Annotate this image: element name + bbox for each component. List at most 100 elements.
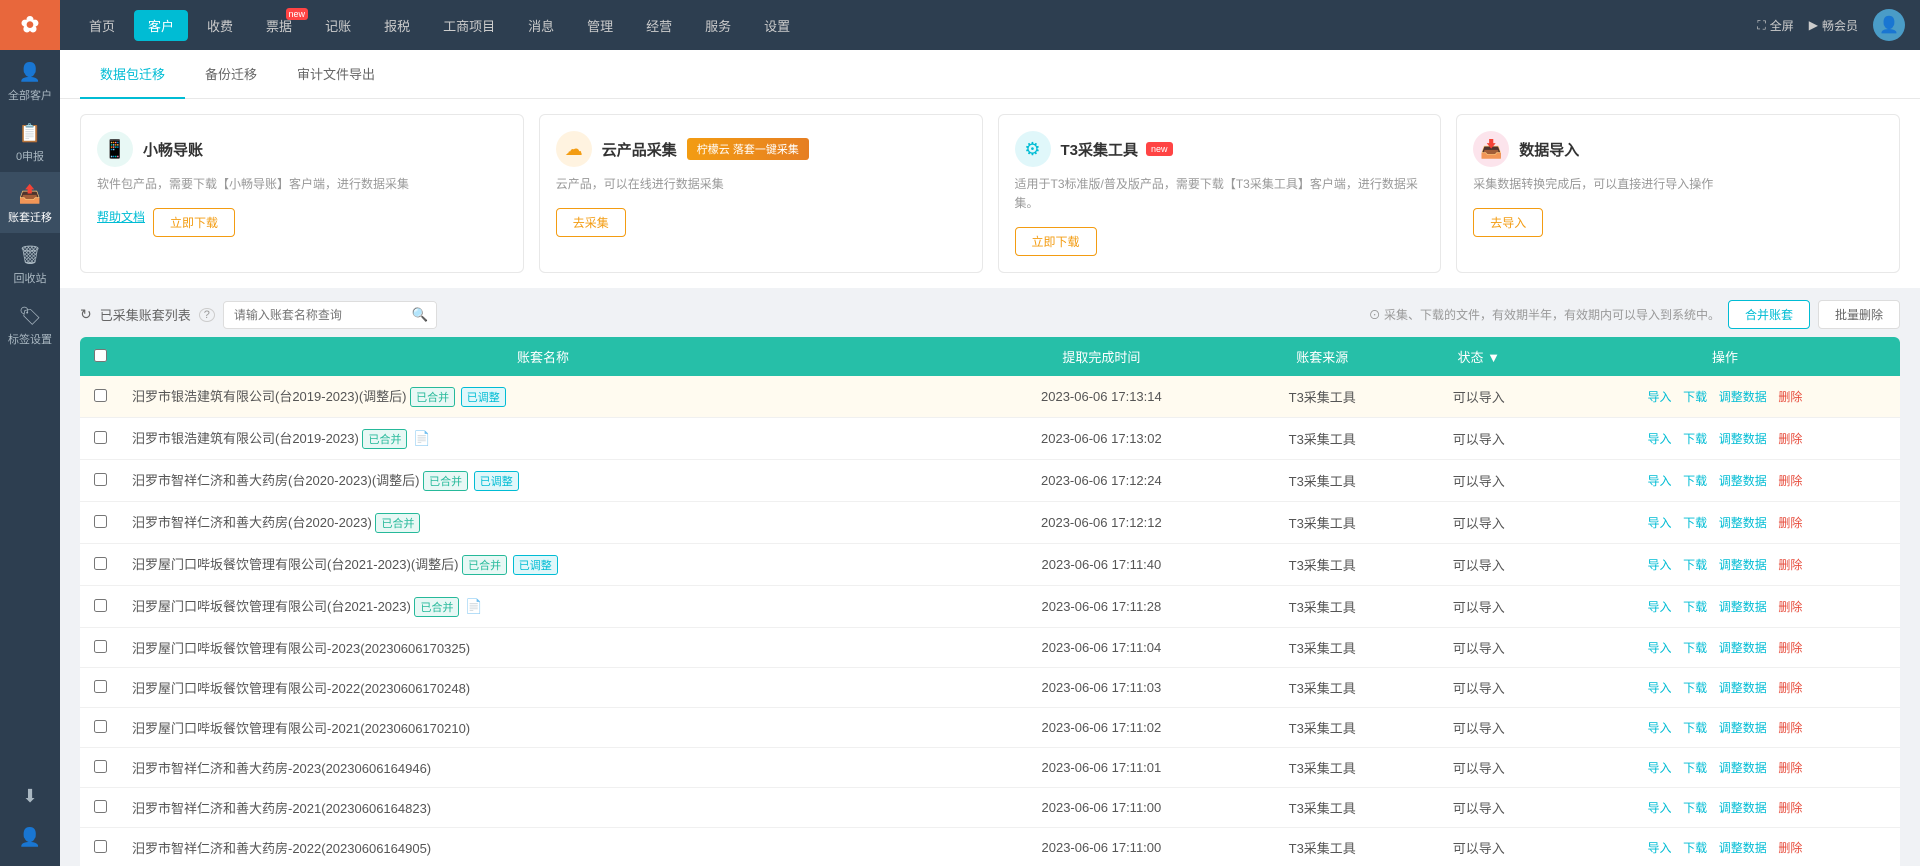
download-link[interactable]: 下载 [1683, 761, 1707, 775]
delete-link[interactable]: 删除 [1778, 641, 1802, 655]
search-input[interactable] [224, 303, 404, 327]
import-link[interactable]: 导入 [1647, 558, 1671, 572]
adjust-data-link[interactable]: 调整数据 [1719, 600, 1767, 614]
adjust-data-link[interactable]: 调整数据 [1719, 761, 1767, 775]
delete-link[interactable]: 删除 [1778, 801, 1802, 815]
sidebar-item-all-customers[interactable]: 👤 全部客户 [0, 50, 60, 111]
nav-manage[interactable]: 管理 [573, 10, 627, 41]
download-link[interactable]: 下载 [1683, 558, 1707, 572]
merge-account-btn[interactable]: 合并账套 [1728, 300, 1810, 329]
adjust-data-link[interactable]: 调整数据 [1719, 841, 1767, 855]
row-checkbox[interactable] [94, 760, 107, 773]
refresh-icon[interactable]: ↻ [80, 306, 92, 323]
t3-download-btn[interactable]: 立即下载 [1015, 227, 1097, 256]
adjust-data-link[interactable]: 调整数据 [1719, 390, 1767, 404]
download-link[interactable]: 下载 [1683, 390, 1707, 404]
row-checkbox[interactable] [94, 473, 107, 486]
row-checkbox[interactable] [94, 680, 107, 693]
delete-link[interactable]: 删除 [1778, 761, 1802, 775]
nav-settings[interactable]: 设置 [750, 10, 804, 41]
sidebar-item-user-profile[interactable]: 👤 [0, 815, 60, 856]
import-link[interactable]: 导入 [1647, 841, 1671, 855]
import-link[interactable]: 导入 [1647, 390, 1671, 404]
nav-billing[interactable]: 收费 [193, 10, 247, 41]
delete-link[interactable]: 删除 [1778, 681, 1802, 695]
row-checkbox[interactable] [94, 431, 107, 444]
adjust-data-link[interactable]: 调整数据 [1719, 721, 1767, 735]
nav-home[interactable]: 首页 [75, 10, 129, 41]
sidebar-item-recycle[interactable]: 🗑 回收站 [0, 233, 60, 294]
fullscreen-button[interactable]: ⛶ 全屏 [1757, 17, 1793, 34]
import-link[interactable]: 导入 [1647, 641, 1671, 655]
user-avatar[interactable]: 👤 [1873, 9, 1905, 41]
nav-tax[interactable]: 报税 [370, 10, 424, 41]
adjust-data-link[interactable]: 调整数据 [1719, 432, 1767, 446]
col-status[interactable]: 状态 ▼ [1408, 337, 1550, 376]
row-checkbox[interactable] [94, 599, 107, 612]
adjust-data-link[interactable]: 调整数据 [1719, 801, 1767, 815]
download-link[interactable]: 下载 [1683, 681, 1707, 695]
delete-link[interactable]: 删除 [1778, 721, 1802, 735]
download-link[interactable]: 下载 [1683, 641, 1707, 655]
tab-audit-export[interactable]: 审计文件导出 [277, 50, 395, 99]
go-import-btn[interactable]: 去导入 [1473, 208, 1543, 237]
adjust-data-link[interactable]: 调整数据 [1719, 516, 1767, 530]
sidebar-item-zero-report[interactable]: 📋 0申报 [0, 111, 60, 172]
download-link[interactable]: 下载 [1683, 600, 1707, 614]
row-checkbox[interactable] [94, 557, 107, 570]
sidebar-item-download[interactable]: ⬇ [0, 774, 60, 815]
nav-bookkeeping[interactable]: 记账 [311, 10, 365, 41]
nav-service[interactable]: 服务 [691, 10, 745, 41]
sidebar-item-tag-settings[interactable]: 🏷 标签设置 [0, 294, 60, 355]
tab-backup-migration[interactable]: 备份迁移 [185, 50, 277, 99]
download-link[interactable]: 下载 [1683, 516, 1707, 530]
download-link[interactable]: 下载 [1683, 432, 1707, 446]
download-link[interactable]: 下载 [1683, 721, 1707, 735]
import-link[interactable]: 导入 [1647, 801, 1671, 815]
row-checkbox[interactable] [94, 389, 107, 402]
help-doc-link[interactable]: 帮助文档 [97, 208, 145, 237]
search-button[interactable]: 🔍 [404, 302, 437, 328]
download-link[interactable]: 下载 [1683, 801, 1707, 815]
cloud-collect-btn[interactable]: 去采集 [556, 208, 626, 237]
batch-delete-btn[interactable]: 批量删除 [1818, 300, 1900, 329]
download-link[interactable]: 下载 [1683, 474, 1707, 488]
delete-link[interactable]: 删除 [1778, 841, 1802, 855]
nav-invoice[interactable]: 票据 new [252, 10, 306, 41]
import-link[interactable]: 导入 [1647, 761, 1671, 775]
adjust-data-link[interactable]: 调整数据 [1719, 681, 1767, 695]
adjust-data-link[interactable]: 调整数据 [1719, 558, 1767, 572]
delete-link[interactable]: 删除 [1778, 474, 1802, 488]
row-checkbox[interactable] [94, 720, 107, 733]
select-all-checkbox[interactable] [94, 349, 107, 362]
import-link[interactable]: 导入 [1647, 600, 1671, 614]
delete-link[interactable]: 删除 [1778, 558, 1802, 572]
import-link[interactable]: 导入 [1647, 516, 1671, 530]
row-checkbox[interactable] [94, 640, 107, 653]
import-link[interactable]: 导入 [1647, 474, 1671, 488]
help-icon[interactable]: ? [199, 308, 215, 322]
import-link[interactable]: 导入 [1647, 721, 1671, 735]
nav-operation[interactable]: 经营 [632, 10, 686, 41]
import-link[interactable]: 导入 [1647, 432, 1671, 446]
sidebar-item-account-migration[interactable]: 📤 账套迁移 [0, 172, 60, 233]
delete-link[interactable]: 删除 [1778, 600, 1802, 614]
nav-business[interactable]: 工商项目 [429, 10, 509, 41]
adjust-data-link[interactable]: 调整数据 [1719, 641, 1767, 655]
nav-message[interactable]: 消息 [514, 10, 568, 41]
member-button[interactable]: ▶ 畅会员 [1809, 17, 1858, 34]
row-checkbox[interactable] [94, 515, 107, 528]
xiao-chang-download-btn[interactable]: 立即下载 [153, 208, 235, 237]
delete-link[interactable]: 删除 [1778, 516, 1802, 530]
tab-data-migration[interactable]: 数据包迁移 [80, 50, 185, 99]
delete-link[interactable]: 删除 [1778, 390, 1802, 404]
delete-link[interactable]: 删除 [1778, 432, 1802, 446]
nav-customer[interactable]: 客户 [134, 10, 188, 41]
row-checkbox[interactable] [94, 840, 107, 853]
adjust-data-link[interactable]: 调整数据 [1719, 474, 1767, 488]
row-status: 可以导入 [1408, 418, 1550, 460]
row-name: 汨罗屋门口哔坂餐饮管理有限公司-2022(20230606170248) [120, 668, 966, 708]
import-link[interactable]: 导入 [1647, 681, 1671, 695]
row-checkbox[interactable] [94, 800, 107, 813]
download-link[interactable]: 下载 [1683, 841, 1707, 855]
